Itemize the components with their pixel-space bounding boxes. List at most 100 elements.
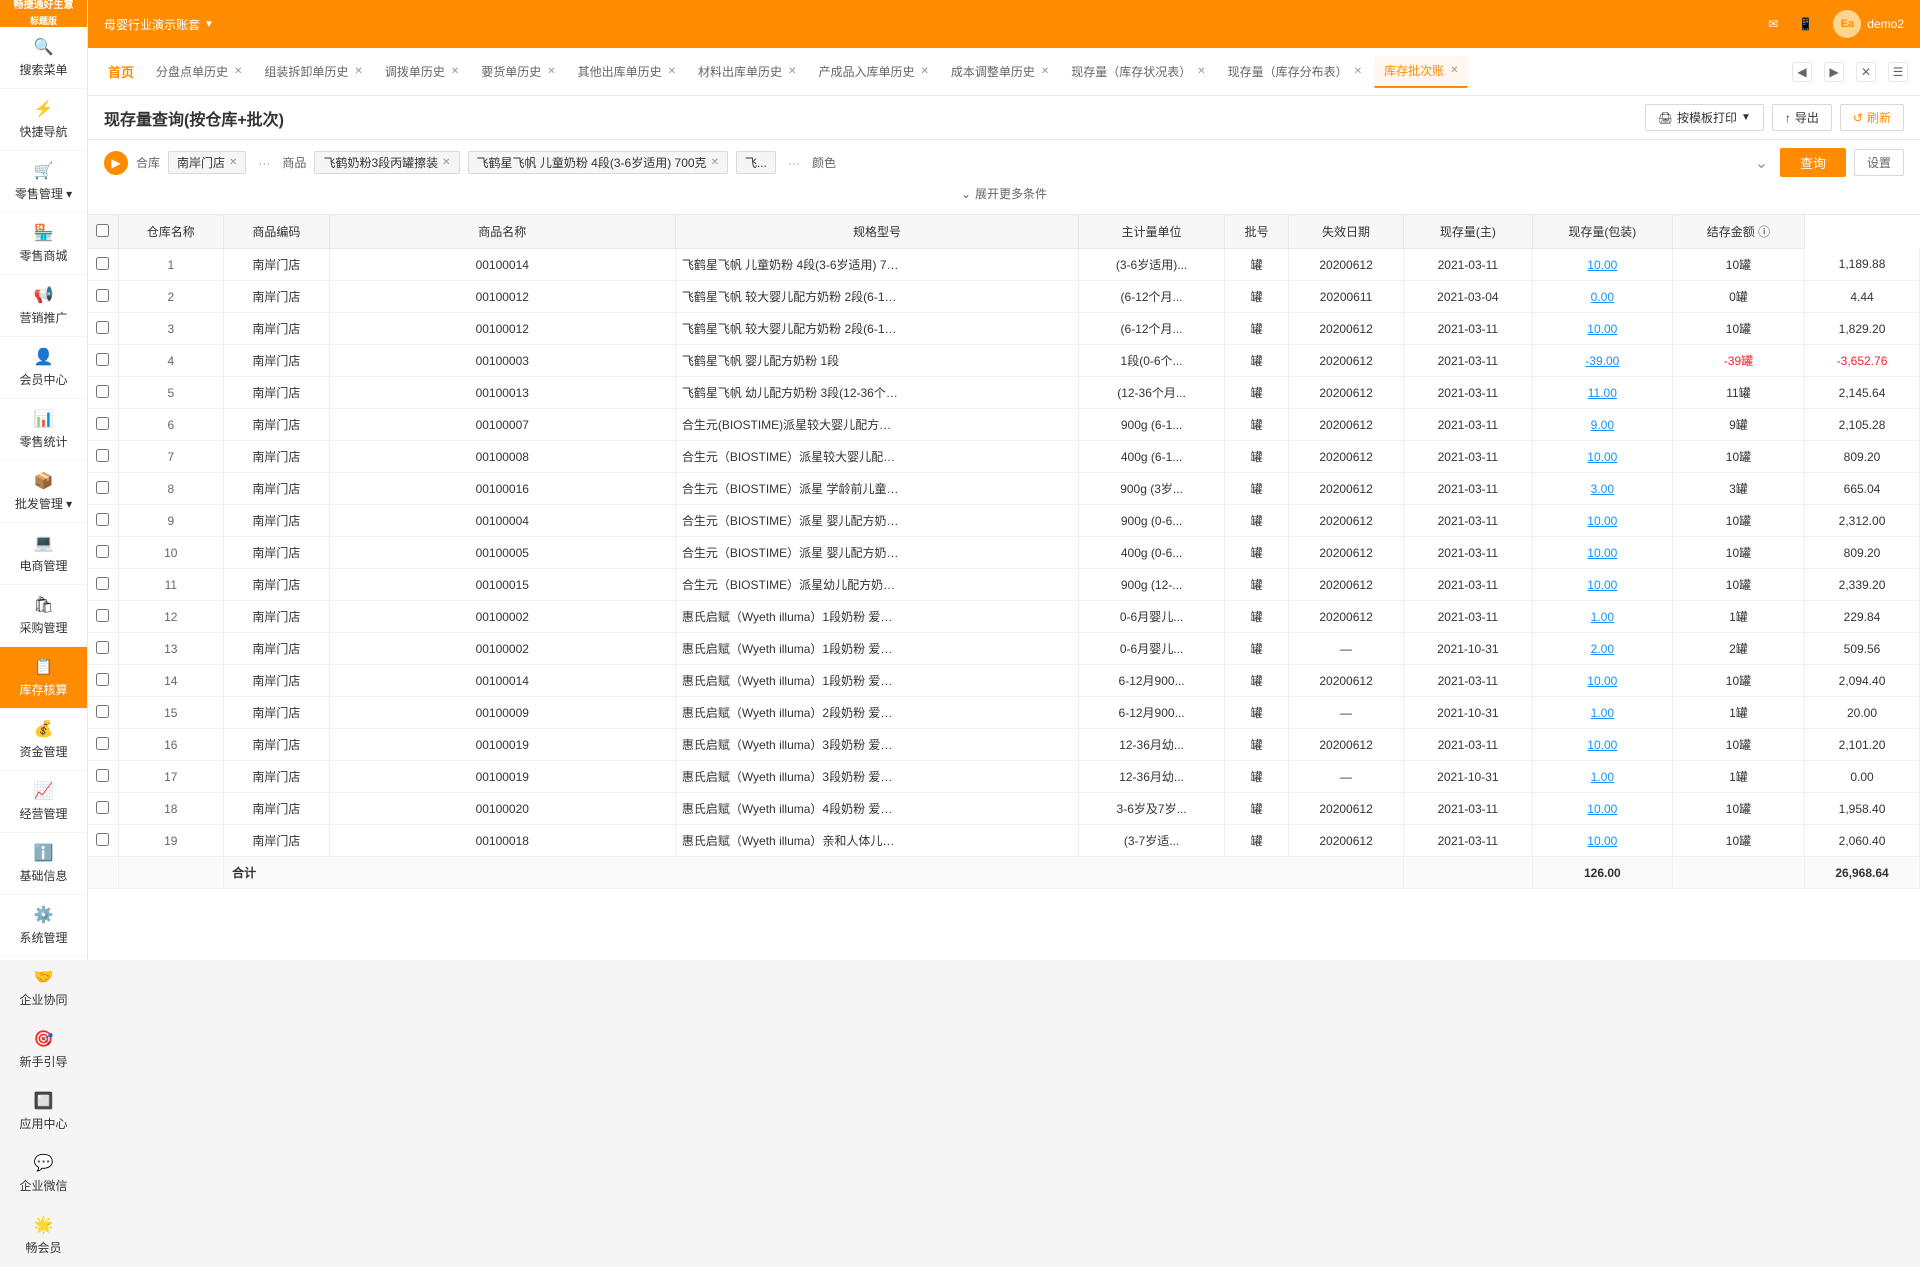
sidebar-item-企业微信[interactable]: 💬企业微信 — [0, 1143, 87, 1205]
nav-tab-close-6[interactable]: ✕ — [920, 66, 928, 77]
row-checkbox-3[interactable] — [96, 353, 109, 366]
warehouse-remove-icon[interactable]: ✕ — [229, 157, 237, 168]
print-btn[interactable]: 🖨 按模板打印 ▼ — [1645, 104, 1764, 131]
nav-tab-4[interactable]: 其他出库单历史✕ — [568, 56, 686, 88]
nav-tab-close-2[interactable]: ✕ — [451, 66, 459, 77]
nav-menu-btn[interactable]: ☰ — [1888, 62, 1908, 82]
export-btn[interactable]: ↑ 导出 — [1772, 104, 1832, 131]
row-qty-main-12[interactable]: 2.00 — [1591, 642, 1614, 656]
row-qty-main-5[interactable]: 9.00 — [1591, 418, 1614, 432]
nav-tab-7[interactable]: 成本调整单历史✕ — [941, 56, 1059, 88]
row-qty-main-4[interactable]: 11.00 — [1588, 386, 1617, 400]
app-download-btn[interactable]: 📱 — [1798, 17, 1817, 31]
row-checkbox-9[interactable] — [96, 545, 109, 558]
nav-tab-10[interactable]: 库存批次账✕ — [1374, 56, 1468, 88]
sidebar-item-新手引导[interactable]: 🎯新手引导 — [0, 1019, 87, 1081]
sidebar-item-零售管理[interactable]: 🛒零售管理 ▾ — [0, 151, 87, 213]
nav-tab-6[interactable]: 产成品入库单历史✕ — [808, 56, 938, 88]
row-qty-main-7[interactable]: 3.00 — [1591, 482, 1614, 496]
row-qty-main-1[interactable]: 0.00 — [1591, 290, 1614, 304]
sidebar-item-基础信息[interactable]: ℹ️基础信息 — [0, 833, 87, 895]
nav-tab-3[interactable]: 要货单历史✕ — [471, 56, 565, 88]
nav-tab-close-3[interactable]: ✕ — [547, 66, 555, 77]
row-qty-main-0[interactable]: 10.00 — [1587, 258, 1617, 272]
select-all-checkbox[interactable] — [96, 224, 109, 237]
sidebar-item-零售商城[interactable]: 🏪零售商城 — [0, 213, 87, 275]
setting-btn[interactable]: 设置 — [1854, 149, 1904, 176]
row-checkbox-11[interactable] — [96, 609, 109, 622]
row-checkbox-15[interactable] — [96, 737, 109, 750]
breadcrumb[interactable]: 母婴行业演示账套 ▼ — [104, 16, 214, 33]
row-qty-main-13[interactable]: 10.00 — [1587, 674, 1617, 688]
product-tag-2[interactable]: 飞鹤星飞帆 儿童奶粉 4段(3-6岁适用) 700克 ✕ — [468, 151, 728, 174]
sidebar-item-畅会员[interactable]: 🌟畅会员 — [0, 1205, 87, 1267]
nav-next-btn[interactable]: ▶ — [1824, 62, 1844, 82]
nav-tab-close-8[interactable]: ✕ — [1197, 66, 1205, 77]
expand-conditions-btn[interactable]: ⌄ 展开更多条件 — [104, 181, 1904, 206]
color-dropdown-icon[interactable]: ⌄ — [1755, 153, 1768, 173]
row-qty-main-17[interactable]: 10.00 — [1587, 802, 1617, 816]
sidebar-item-经营管理[interactable]: 📈经营管理 — [0, 771, 87, 833]
user-avatar[interactable]: Ea demo2 — [1833, 10, 1904, 38]
sidebar-item-快捷导航[interactable]: ⚡快捷导航 — [0, 89, 87, 151]
nav-tab-2[interactable]: 调拨单历史✕ — [375, 56, 469, 88]
refresh-btn[interactable]: ↺ 刷新 — [1840, 104, 1904, 131]
row-checkbox-13[interactable] — [96, 673, 109, 686]
nav-tab-close-9[interactable]: ✕ — [1354, 66, 1362, 77]
row-checkbox-17[interactable] — [96, 801, 109, 814]
row-checkbox-18[interactable] — [96, 833, 109, 846]
nav-tab-8[interactable]: 现存量（库存状况表）✕ — [1061, 56, 1215, 88]
sidebar-item-零售统计[interactable]: 📊零售统计 — [0, 399, 87, 461]
sidebar-item-企业协同[interactable]: 🤝企业协同 — [0, 957, 87, 1019]
product-tag-more[interactable]: 飞... — [736, 151, 776, 174]
row-qty-main-11[interactable]: 1.00 — [1591, 610, 1614, 624]
row-qty-main-8[interactable]: 10.00 — [1587, 514, 1617, 528]
row-qty-main-2[interactable]: 10.00 — [1587, 322, 1617, 336]
nav-tab-close-0[interactable]: ✕ — [234, 66, 242, 77]
nav-home[interactable]: 首页 — [100, 58, 142, 85]
row-qty-main-9[interactable]: 10.00 — [1587, 546, 1617, 560]
nav-tab-5[interactable]: 材料出库单历史✕ — [688, 56, 806, 88]
sidebar-item-库存核算[interactable]: 📋库存核算 — [0, 647, 87, 709]
product-tag-2-remove[interactable]: ✕ — [711, 157, 719, 168]
row-checkbox-4[interactable] — [96, 385, 109, 398]
warehouse-tag[interactable]: 南岸门店 ✕ — [168, 151, 246, 174]
row-qty-main-16[interactable]: 1.00 — [1591, 770, 1614, 784]
row-checkbox-1[interactable] — [96, 289, 109, 302]
filter-toggle-btn[interactable]: ▶ — [104, 151, 128, 175]
nav-tab-close-5[interactable]: ✕ — [788, 66, 796, 77]
sidebar-item-采购管理[interactable]: 🛍采购管理 — [0, 585, 87, 647]
row-qty-main-6[interactable]: 10.00 — [1587, 450, 1617, 464]
row-qty-main-10[interactable]: 10.00 — [1587, 578, 1617, 592]
product-tag-1-remove[interactable]: ✕ — [442, 157, 450, 168]
nav-tab-close-4[interactable]: ✕ — [668, 66, 676, 77]
row-qty-main-14[interactable]: 1.00 — [1591, 706, 1614, 720]
row-checkbox-5[interactable] — [96, 417, 109, 430]
query-btn[interactable]: 查询 — [1780, 148, 1846, 177]
row-checkbox-8[interactable] — [96, 513, 109, 526]
sidebar-item-会员中心[interactable]: 👤会员中心 — [0, 337, 87, 399]
nav-tab-0[interactable]: 分盘点单历史✕ — [146, 56, 252, 88]
row-checkbox-2[interactable] — [96, 321, 109, 334]
row-checkbox-7[interactable] — [96, 481, 109, 494]
nav-tab-close-10[interactable]: ✕ — [1450, 65, 1458, 76]
nav-tab-1[interactable]: 组装拆卸单历史✕ — [254, 56, 372, 88]
row-qty-main-3[interactable]: -39.00 — [1585, 354, 1619, 368]
row-qty-main-18[interactable]: 10.00 — [1587, 834, 1617, 848]
nav-tab-close-1[interactable]: ✕ — [354, 66, 362, 77]
row-checkbox-14[interactable] — [96, 705, 109, 718]
messages-btn[interactable]: ✉ — [1768, 17, 1782, 31]
nav-prev-btn[interactable]: ◀ — [1792, 62, 1812, 82]
row-checkbox-6[interactable] — [96, 449, 109, 462]
sidebar-item-搜索菜单[interactable]: 🔍搜索菜单 — [0, 27, 87, 89]
nav-close-btn[interactable]: ✕ — [1856, 62, 1876, 82]
row-checkbox-12[interactable] — [96, 641, 109, 654]
row-qty-main-15[interactable]: 10.00 — [1587, 738, 1617, 752]
product-tag-1[interactable]: 飞鹤奶粉3段丙罐擦装 ✕ — [314, 151, 459, 174]
sidebar-item-营销推广[interactable]: 📢营销推广 — [0, 275, 87, 337]
row-checkbox-10[interactable] — [96, 577, 109, 590]
sidebar-item-应用中心[interactable]: 🔲应用中心 — [0, 1081, 87, 1143]
sidebar-item-系统管理[interactable]: ⚙️系统管理 — [0, 895, 87, 957]
row-checkbox-0[interactable] — [96, 257, 109, 270]
nav-tab-9[interactable]: 现存量（库存分布表）✕ — [1218, 56, 1372, 88]
